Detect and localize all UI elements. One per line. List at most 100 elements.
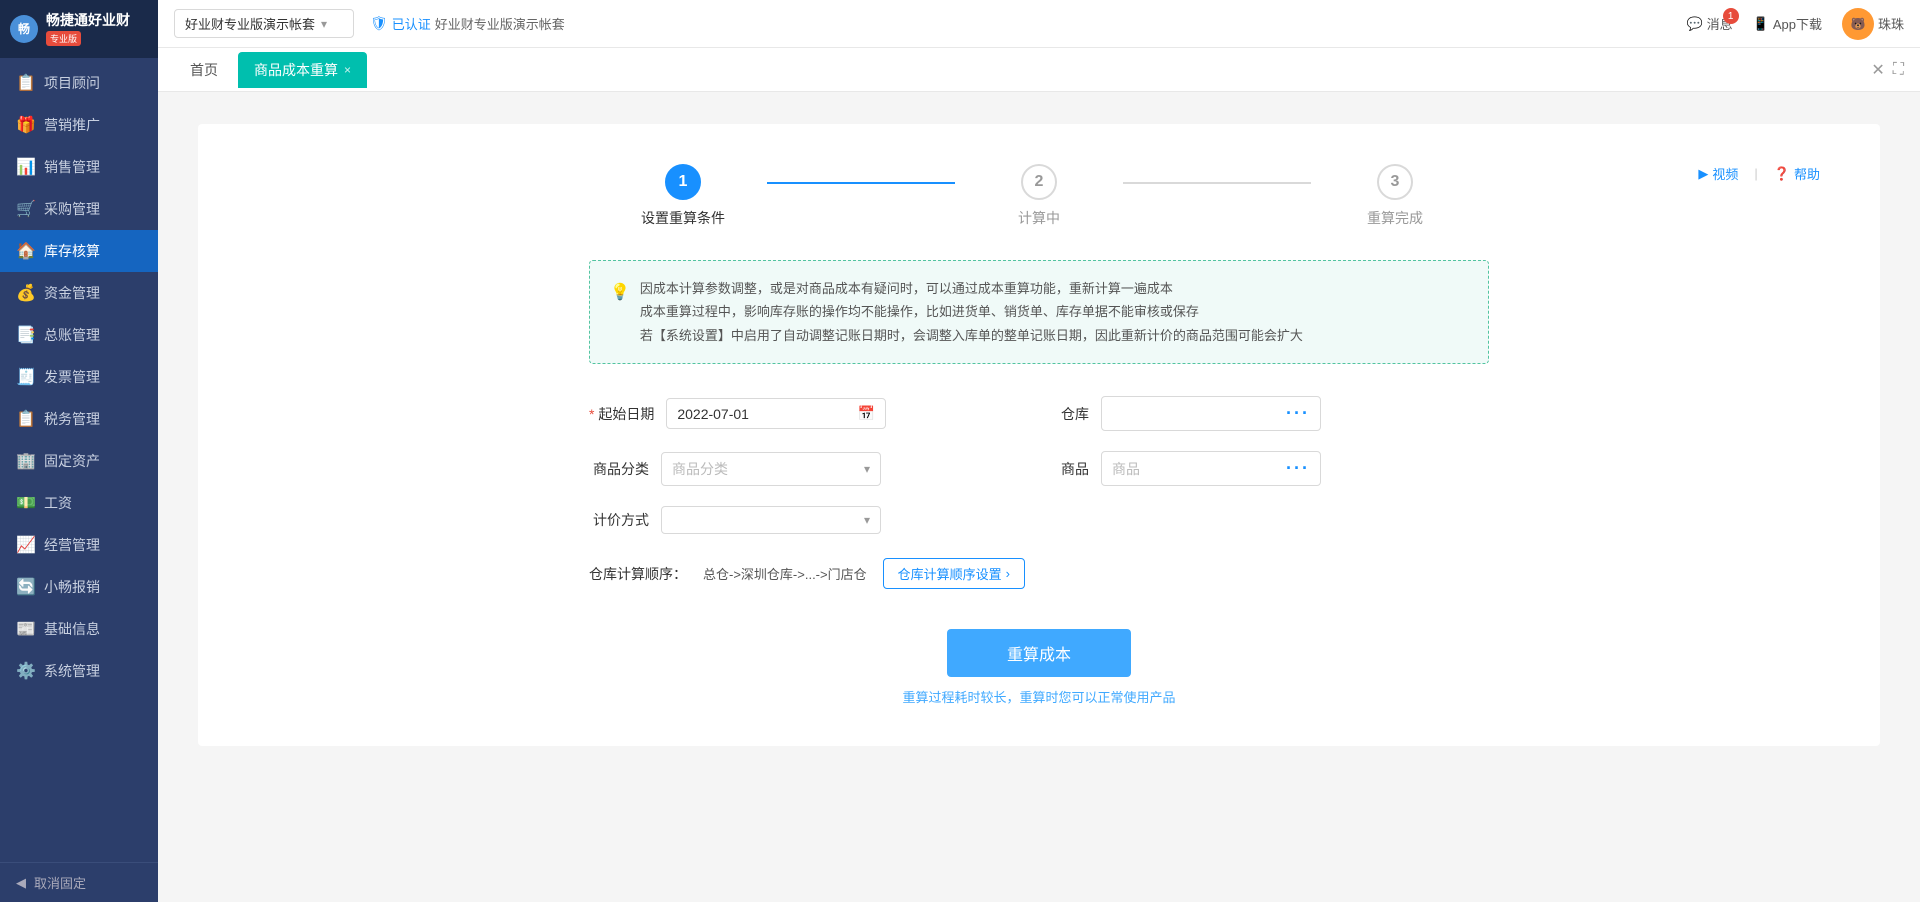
- sidebar-item-purchase[interactable]: 🛒 采购管理: [0, 188, 158, 230]
- avatar: 🐻: [1842, 8, 1874, 40]
- verified-account-name: 好业财专业版演示帐套: [435, 14, 565, 33]
- accounting-icon: 📑: [16, 325, 34, 345]
- category-placeholder: 商品分类: [672, 459, 728, 479]
- calc-order-row: 仓库计算顺序： 总仓->深圳仓库->...->门店仓 仓库计算顺序设置 ›: [589, 558, 1489, 589]
- step-2-number: 2: [1035, 173, 1044, 191]
- sidebar-item-tax[interactable]: 📋 税务管理: [0, 398, 158, 440]
- step-2: 2 计算中: [945, 164, 1133, 228]
- sidebar-item-accounting[interactable]: 📑 总账管理: [0, 314, 158, 356]
- sidebar-unpin[interactable]: ◀ 取消固定: [0, 862, 158, 902]
- category-select[interactable]: 商品分类 ▾: [661, 452, 881, 486]
- sidebar-item-label: 固定资产: [44, 451, 100, 471]
- question-icon: ❓: [1774, 166, 1790, 182]
- recalc-note: 重算过程耗时较长，重算时您可以正常使用产品: [258, 687, 1820, 706]
- calendar-icon[interactable]: 📅: [858, 405, 875, 422]
- invoice-icon: 🧾: [16, 367, 34, 387]
- sidebar-item-label: 发票管理: [44, 367, 100, 387]
- message-icon: 💬: [1686, 16, 1702, 32]
- start-date-value: 2022-07-01: [677, 406, 749, 422]
- start-date-input[interactable]: 2022-07-01 📅: [666, 398, 886, 429]
- product-label: 商品: [1029, 459, 1089, 479]
- sidebar-item-basic[interactable]: 📰 基础信息: [0, 608, 158, 650]
- sidebar-item-label: 税务管理: [44, 409, 100, 429]
- sidebar-item-marketing[interactable]: 🎁 营销推广: [0, 104, 158, 146]
- sidebar-header: 畅 畅捷通好业财 专业版: [0, 0, 158, 58]
- calc-order-settings-button[interactable]: 仓库计算顺序设置 ›: [883, 558, 1025, 589]
- calc-order-btn-label: 仓库计算顺序设置: [898, 564, 1002, 583]
- app-download-action[interactable]: 📱 App下载: [1753, 14, 1822, 33]
- sales-icon: 📊: [16, 157, 34, 177]
- step-3-circle: 3: [1377, 164, 1413, 200]
- sidebar-item-expense[interactable]: 🔄 小畅报销: [0, 566, 158, 608]
- warehouse-ellipsis-icon[interactable]: ···: [1286, 403, 1310, 424]
- sidebar-item-sales[interactable]: 📊 销售管理: [0, 146, 158, 188]
- sidebar-item-assets[interactable]: 🏢 固定资产: [0, 440, 158, 482]
- product-field: 商品 商品 ···: [1029, 451, 1409, 486]
- pricing-label: 计价方式: [589, 510, 649, 530]
- tab-cost-recalc[interactable]: 商品成本重算 ×: [238, 52, 367, 88]
- sidebar-item-label: 基础信息: [44, 619, 100, 639]
- sidebar-item-invoice[interactable]: 🧾 发票管理: [0, 356, 158, 398]
- info-box: 💡 因成本计算参数调整，或是对商品成本有疑问时，可以通过成本重算功能，重新计算一…: [589, 260, 1489, 364]
- assets-icon: 🏢: [16, 451, 34, 471]
- help-link[interactable]: ❓ 帮助: [1774, 164, 1820, 183]
- sidebar-item-label: 销售管理: [44, 157, 100, 177]
- expand-window-icon[interactable]: ⛶: [1893, 61, 1904, 79]
- sidebar-logo-icon: 畅: [10, 15, 38, 43]
- account-name: 好业财专业版演示帐套: [185, 14, 315, 33]
- pricing-field: 计价方式 ▾: [589, 506, 969, 534]
- product-ellipsis-icon[interactable]: ···: [1286, 458, 1310, 479]
- sidebar-brand: 畅捷通好业财 专业版: [46, 12, 130, 46]
- calc-order-value: 总仓->深圳仓库->...->门店仓: [703, 564, 867, 583]
- sidebar-item-payroll[interactable]: 💵 工资: [0, 482, 158, 524]
- sidebar-item-system[interactable]: ⚙️ 系统管理: [0, 650, 158, 692]
- form-row-2: 商品分类 商品分类 ▾ 商品 商品 ···: [589, 451, 1489, 486]
- expense-icon: 🔄: [16, 577, 34, 597]
- payroll-icon: 💵: [16, 493, 34, 513]
- product-input[interactable]: 商品 ···: [1101, 451, 1321, 486]
- recalc-btn-label: 重算成本: [1007, 647, 1071, 664]
- topbar-actions: 💬 消息 1 📱 App下载 🐻 珠珠: [1686, 8, 1904, 40]
- recalc-area: 重算成本 重算过程耗时较长，重算时您可以正常使用产品: [258, 629, 1820, 706]
- purchase-icon: 🛒: [16, 199, 34, 219]
- help-label: 帮助: [1794, 164, 1820, 183]
- step-1-label: 设置重算条件: [641, 208, 725, 228]
- pricing-select[interactable]: ▾: [661, 506, 881, 534]
- stepper: 1 设置重算条件 2 计算中 3 重算完成: [589, 164, 1489, 228]
- basic-icon: 📰: [16, 619, 34, 639]
- message-action[interactable]: 💬 消息 1: [1686, 14, 1732, 33]
- warehouse-field: 仓库 ···: [1029, 396, 1409, 431]
- tab-close-icon[interactable]: ×: [344, 63, 351, 77]
- divider: |: [1754, 166, 1757, 181]
- content-panel: ▶ 视频 | ❓ 帮助 1 设置重算条件: [198, 124, 1880, 746]
- account-selector[interactable]: 好业财专业版演示帐套 ▾: [174, 9, 354, 38]
- sidebar-item-project[interactable]: 📋 项目顾问: [0, 62, 158, 104]
- sidebar-item-label: 系统管理: [44, 661, 100, 681]
- start-date-field: 起始日期 2022-07-01 📅: [589, 398, 969, 429]
- form-row-3: 计价方式 ▾: [589, 506, 1489, 534]
- category-chevron-icon: ▾: [864, 462, 870, 476]
- step-1-circle: 1: [665, 164, 701, 200]
- sidebar-item-finance[interactable]: 💰 资金管理: [0, 272, 158, 314]
- close-window-icon[interactable]: ✕: [1871, 60, 1884, 80]
- user-avatar-action[interactable]: 🐻 珠珠: [1842, 8, 1904, 40]
- step-1-number: 1: [679, 173, 688, 191]
- sidebar-item-operations[interactable]: 📈 经营管理: [0, 524, 158, 566]
- warehouse-label: 仓库: [1029, 404, 1089, 424]
- sidebar-item-label: 工资: [44, 493, 72, 513]
- step-3-number: 3: [1391, 173, 1400, 191]
- video-help-link[interactable]: ▶ 视频: [1698, 164, 1738, 183]
- account-chevron-icon: ▾: [321, 17, 327, 31]
- step-2-circle: 2: [1021, 164, 1057, 200]
- tab-cost-recalc-label: 商品成本重算: [254, 60, 338, 80]
- sidebar-item-inventory[interactable]: 🏠 库存核算: [0, 230, 158, 272]
- recalc-button[interactable]: 重算成本: [947, 629, 1131, 677]
- sidebar: 畅 畅捷通好业财 专业版 📋 项目顾问 🎁 营销推广 📊 销售管理 🛒 采购管理…: [0, 0, 158, 902]
- warehouse-input[interactable]: ···: [1101, 396, 1321, 431]
- inventory-icon: 🏠: [16, 241, 34, 261]
- step-2-label: 计算中: [1018, 208, 1060, 228]
- sidebar-item-label: 小畅报销: [44, 577, 100, 597]
- tab-home[interactable]: 首页: [174, 52, 234, 88]
- app-download-label: App下载: [1773, 14, 1822, 33]
- shield-verified-icon: 🛡: [370, 15, 388, 32]
